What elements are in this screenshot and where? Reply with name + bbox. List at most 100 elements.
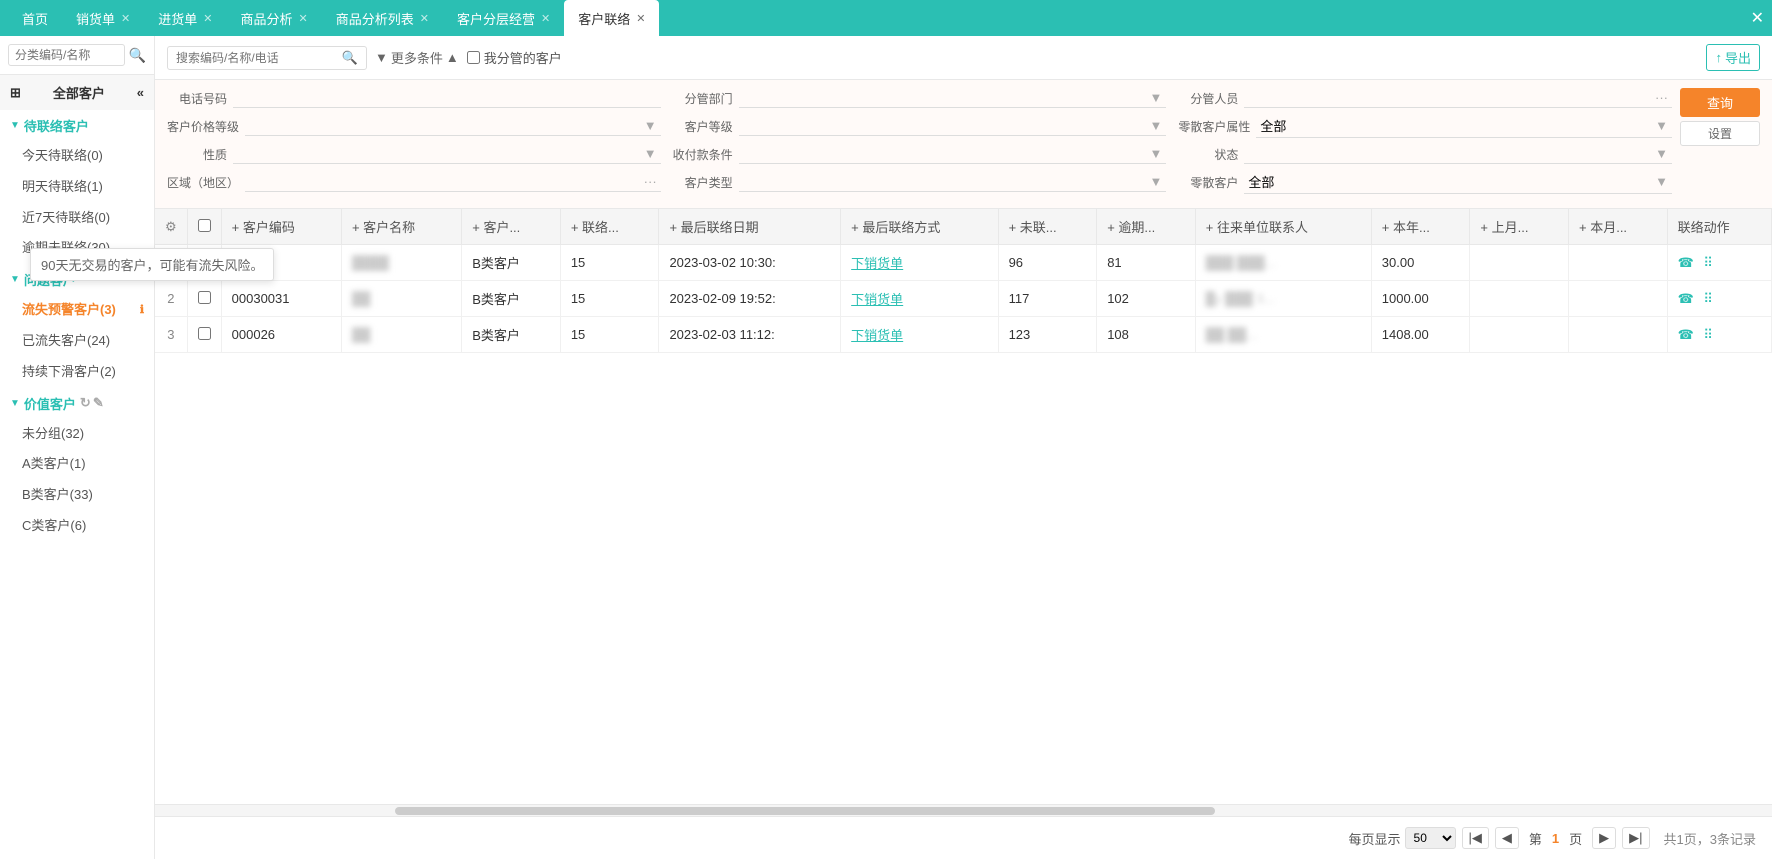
tab-customer-contact[interactable]: 客户联络 ✕ [564, 0, 659, 36]
select-all-checkbox[interactable] [198, 219, 211, 232]
filter-dept-label: 分管部门 [673, 90, 733, 107]
filter-region-select[interactable]: ··· [245, 172, 661, 192]
action-contact-icon-0[interactable]: ☎ [1678, 255, 1694, 270]
close-window-button[interactable]: ✕ [1751, 8, 1764, 28]
filter-more-button[interactable]: ▼ 更多条件 ▲ [375, 48, 459, 67]
tab-sales-order[interactable]: 销货单 ✕ [62, 0, 144, 36]
prev-page-button[interactable]: ◀ [1495, 827, 1519, 849]
sidebar: 🔍 ⊞ 全部客户 « ▼ 待联络客户 今天待联络(0) 明天待联络(1) 近7天… [0, 36, 155, 859]
filter-price-grade-select[interactable]: ▼ [245, 116, 661, 136]
filter-nature-select[interactable]: ▼ [233, 144, 661, 164]
sidebar-item-churn-warning[interactable]: 流失预警客户(3) ℹ [0, 295, 154, 326]
col-customer-name[interactable]: + 客户名称 [341, 209, 461, 245]
tab-home[interactable]: 首页 [8, 0, 62, 36]
tab-close-product-analysis-list[interactable]: ✕ [420, 12, 429, 25]
more-icon: ··· [1655, 90, 1668, 105]
last-page-button[interactable]: ▶| [1622, 827, 1649, 849]
filter-phone-input[interactable] [233, 89, 661, 108]
tab-close-purchase-order[interactable]: ✕ [203, 12, 212, 25]
col-contact[interactable]: + 联络... [560, 209, 659, 245]
filter-status-select[interactable]: ▼ [1244, 144, 1672, 164]
sidebar-item-tomorrow-pending[interactable]: 明天待联络(1) [0, 172, 154, 203]
col-last-month[interactable]: + 上月... [1470, 209, 1569, 245]
row-checkbox-1[interactable] [187, 281, 221, 317]
sidebar-section-pending[interactable]: ▼ 待联络客户 [0, 110, 154, 141]
sidebar-item-a-class[interactable]: A类客户(1) [0, 449, 154, 480]
col-last-contact-way[interactable]: + 最后联络方式 [841, 209, 998, 245]
sidebar-collapse-icon[interactable]: « [137, 85, 144, 100]
col-this-month[interactable]: + 本月... [1568, 209, 1667, 245]
sidebar-section-value[interactable]: ▼ 价值客户 ↻ ✎ [0, 388, 154, 419]
next-page-button[interactable]: ▶ [1592, 827, 1616, 849]
tab-customer-layering[interactable]: 客户分层经营 ✕ [443, 0, 564, 36]
tab-close-sales-order[interactable]: ✕ [121, 12, 130, 25]
filter-person-select[interactable]: ··· [1244, 88, 1672, 108]
sidebar-item-today-pending[interactable]: 今天待联络(0) [0, 141, 154, 172]
first-page-button[interactable]: |◀ [1462, 827, 1489, 849]
tab-close-customer-layering[interactable]: ✕ [541, 12, 550, 25]
row-thismonth-0 [1568, 245, 1667, 281]
col-settings[interactable]: ⚙ [155, 209, 187, 245]
chevron-down-icon-dept: ▼ [1149, 90, 1162, 105]
sidebar-item-c-class[interactable]: C类客户(6) [0, 511, 154, 542]
filter-payment-select[interactable]: ▼ [739, 144, 1167, 164]
row-overdue-0: 81 [1097, 245, 1196, 281]
refresh-icon[interactable]: ↻ [80, 395, 91, 411]
tab-product-analysis-list[interactable]: 商品分析列表 ✕ [322, 0, 443, 36]
row-last-way-0[interactable]: 下销货单 [841, 245, 998, 281]
pagination: 每页显示 50 20 100 |◀ ◀ 第 1 页 ▶ ▶| 共1页，3条记录 [155, 816, 1772, 859]
edit-icon[interactable]: ✎ [93, 395, 104, 411]
toolbar-search-icon[interactable]: 🔍 [342, 50, 358, 66]
toolbar-search-input[interactable] [176, 51, 342, 65]
tab-close-customer-contact[interactable]: ✕ [636, 12, 645, 25]
col-customer-type[interactable]: + 客户... [462, 209, 561, 245]
filter-sparse-attr-select[interactable]: 全部 ▼ [1256, 114, 1672, 138]
tab-purchase-order[interactable]: 进货单 ✕ [144, 0, 226, 36]
row-thismonth-1 [1568, 281, 1667, 317]
filter-customer-type-select[interactable]: ▼ [739, 172, 1167, 192]
query-button[interactable]: 查询 [1680, 88, 1760, 117]
tab-product-analysis[interactable]: 商品分析 ✕ [226, 0, 321, 36]
row-checkbox-2[interactable] [187, 317, 221, 353]
col-overdue[interactable]: + 逾期... [1097, 209, 1196, 245]
filter-customer-grade-select[interactable]: ▼ [739, 116, 1167, 136]
col-contact-person[interactable]: + 往来单位联系人 [1195, 209, 1371, 245]
row-overdue-1: 102 [1097, 281, 1196, 317]
col-checkbox-all[interactable] [187, 209, 221, 245]
row-person-2: ██ ██... [1195, 317, 1371, 353]
table-container: ⚙ + 客户编码 + 客户名称 [155, 209, 1772, 804]
tab-close-product-analysis[interactable]: ✕ [299, 12, 308, 25]
sidebar-item-ungrouped[interactable]: 未分组(32) [0, 419, 154, 450]
my-customers-checkbox[interactable] [467, 51, 480, 64]
sidebar-item-b-class[interactable]: B类客户(33) [0, 480, 154, 511]
sidebar-all-customers[interactable]: ⊞ 全部客户 « [0, 75, 154, 110]
export-button[interactable]: ↑ 导出 [1706, 44, 1760, 71]
settings-gear-icon[interactable]: ⚙ [165, 219, 177, 234]
sidebar-item-churned[interactable]: 已流失客户(24) [0, 326, 154, 357]
col-this-year[interactable]: + 本年... [1371, 209, 1470, 245]
action-more-icon-2[interactable]: ⠿ [1703, 327, 1713, 342]
action-more-icon-1[interactable]: ⠿ [1703, 291, 1713, 306]
chevron-down-icon-status: ▼ [1655, 146, 1668, 161]
row-last-way-2[interactable]: 下销货单 [841, 317, 998, 353]
col-last-contact-date[interactable]: + 最后联络日期 [659, 209, 841, 245]
per-page-area: 每页显示 50 20 100 [1349, 827, 1456, 849]
per-page-select[interactable]: 50 20 100 [1405, 827, 1456, 849]
col-uncontact[interactable]: + 未联... [998, 209, 1097, 245]
settings-button[interactable]: 设置 [1680, 121, 1760, 146]
filter-dept-select[interactable]: ▼ [739, 88, 1167, 108]
sidebar-search-input[interactable] [8, 44, 125, 66]
row-last-date-2: 2023-02-03 11:12: [659, 317, 841, 353]
action-contact-icon-1[interactable]: ☎ [1678, 291, 1694, 306]
col-customer-code[interactable]: + 客户编码 [221, 209, 341, 245]
row-last-way-1[interactable]: 下销货单 [841, 281, 998, 317]
sidebar-item-declining[interactable]: 持续下滑客户(2) [0, 357, 154, 388]
sidebar-item-7days-pending[interactable]: 近7天待联络(0) [0, 203, 154, 234]
action-more-icon-0[interactable]: ⠿ [1703, 255, 1713, 270]
sidebar-search-icon[interactable]: 🔍 [129, 47, 146, 64]
action-contact-icon-2[interactable]: ☎ [1678, 327, 1694, 342]
filter-sparse-select[interactable]: 全部 ▼ [1244, 170, 1672, 194]
scrollbar-thumb[interactable] [395, 807, 1215, 815]
row-name-1: ██ [341, 281, 461, 317]
horizontal-scrollbar[interactable] [155, 804, 1772, 816]
